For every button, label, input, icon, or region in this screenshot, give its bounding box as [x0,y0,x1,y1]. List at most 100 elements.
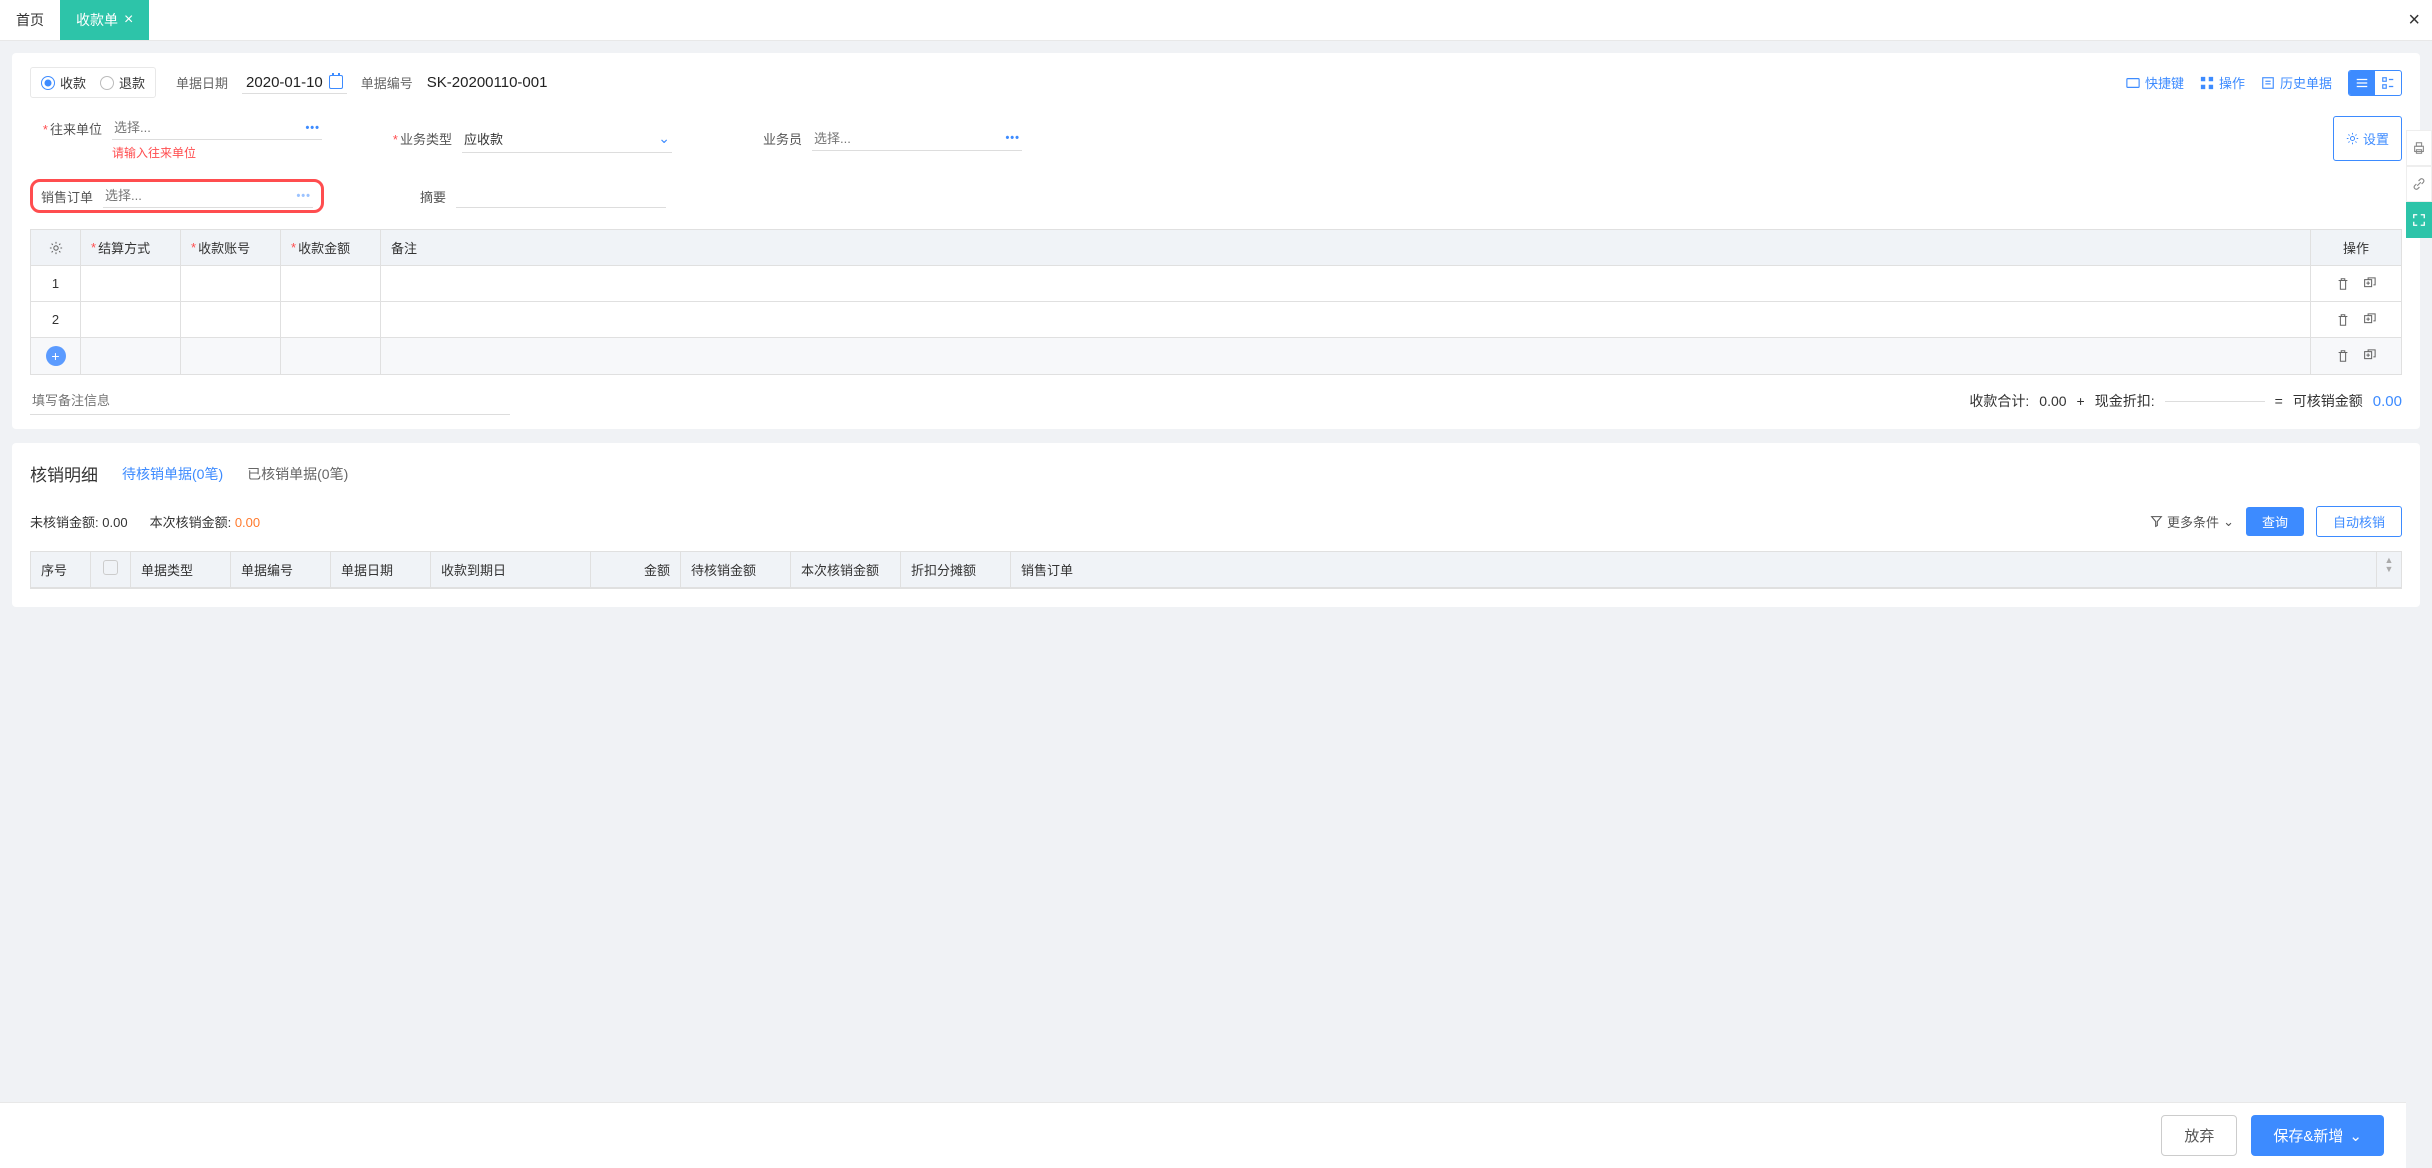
cell-settle[interactable] [81,302,181,337]
side-link-button[interactable] [2406,166,2432,202]
operation-link[interactable]: 操作 [2200,73,2245,92]
date-label: 单据日期 [176,73,228,92]
biztype-label: *业务类型 [380,129,452,148]
setting-button[interactable]: 设置 [2333,116,2402,161]
summary-field[interactable] [458,188,664,203]
col-this: 本次核销金额 [791,552,901,587]
partner-error: 请输入往来单位 [112,144,330,161]
sort-down-icon[interactable]: ▼ [2385,565,2394,574]
salesman-label: 业务员 [730,129,802,148]
cell-account[interactable] [181,266,281,301]
link-icon [2412,177,2426,191]
lookup-icon[interactable]: ••• [305,122,320,134]
lookup-icon[interactable]: ••• [296,190,311,202]
copy-icon[interactable] [2362,313,2376,327]
number-value: SK-20200110-001 [427,74,548,91]
checkbox-icon[interactable] [103,560,118,575]
writeoff-value: 0.00 [2373,393,2402,410]
table-row: 2 [31,302,2401,338]
footer-bar: 放弃 保存&新增 ⌄ [0,1102,2406,1168]
query-button[interactable]: 查询 [2246,507,2304,536]
expand-icon [2412,213,2426,227]
salesman-field[interactable] [814,131,1005,146]
discount-label: 现金折扣: [2095,391,2155,411]
cell-amount[interactable] [281,302,381,337]
plus-sign: + [2077,393,2085,409]
calendar-icon[interactable] [329,75,343,89]
radio-refund[interactable]: 退款 [100,73,145,92]
salesorder-input[interactable]: ••• [103,184,313,208]
cell-account[interactable] [181,302,281,337]
shortcut-link[interactable]: 快捷键 [2126,73,2184,92]
trash-icon[interactable] [2336,313,2350,327]
auto-writeoff-button[interactable]: 自动核销 [2316,506,2402,537]
col-sort[interactable]: ▲ ▼ [2377,552,2401,587]
footer-cell [281,338,381,374]
row-index: 1 [31,266,81,301]
view-card-button[interactable] [2375,71,2401,95]
footer-cell [181,338,281,374]
funnel-icon [2150,515,2163,528]
partner-field[interactable] [114,120,305,135]
trash-icon[interactable] [2336,349,2350,363]
add-row-button[interactable]: + [46,346,66,366]
radio-receive-label: 收款 [60,73,86,92]
table-row: 1 [31,266,2401,302]
col-discount: 折扣分摊额 [901,552,1011,587]
remarks-input[interactable] [30,387,510,415]
partner-input[interactable]: ••• [112,116,322,140]
summary-input[interactable] [456,184,666,208]
side-print-button[interactable] [2406,130,2432,166]
cell-remark[interactable] [381,302,2311,337]
cell-remark[interactable] [381,266,2311,301]
cell-amount[interactable] [281,266,381,301]
biztype-select[interactable]: 应收款 ⌄ [462,125,672,153]
partner-label: *往来单位 [30,119,102,138]
col-ops: 操作 [2311,230,2401,265]
salesman-input[interactable]: ••• [812,127,1022,151]
salesorder-field[interactable] [105,188,296,203]
grid-settings[interactable] [31,230,81,265]
history-link[interactable]: 历史单据 [2261,73,2332,92]
trash-icon[interactable] [2336,277,2350,291]
footer-cell [81,338,181,374]
close-panel-icon[interactable]: × [2408,9,2420,32]
col-idx: 序号 [31,552,91,587]
cell-settle[interactable] [81,266,181,301]
unwrite-info: 未核销金额: 0.00 [30,512,128,531]
tab-receipt[interactable]: 收款单 × [60,0,149,40]
side-toolbar [2406,130,2432,238]
view-list-button[interactable] [2349,71,2375,95]
tab-done[interactable]: 已核销单据(0笔) [247,464,348,484]
tab-home[interactable]: 首页 [0,0,60,40]
bars-icon [2355,76,2369,90]
discount-input[interactable] [2165,401,2265,402]
more-conditions[interactable]: 更多条件 ⌄ [2150,512,2234,531]
setting-label: 设置 [2363,129,2389,148]
radio-receive[interactable]: 收款 [41,73,86,92]
col-account: *收款账号 [181,230,281,265]
col-type: 单据类型 [131,552,231,587]
copy-icon[interactable] [2362,349,2376,363]
col-checkbox[interactable] [91,552,131,587]
save-button[interactable]: 保存&新增 ⌄ [2251,1115,2384,1156]
date-input[interactable]: 2020-01-10 [242,72,347,94]
copy-icon[interactable] [2362,277,2376,291]
grid-icon [2200,76,2214,90]
chevron-down-icon: ⌄ [658,130,670,147]
summary-label: 摘要 [374,187,446,206]
save-label: 保存&新增 [2273,1125,2343,1146]
lookup-icon[interactable]: ••• [1005,132,1020,144]
date-value: 2020-01-10 [246,74,323,91]
close-icon[interactable]: × [124,12,133,28]
radio-refund-label: 退款 [119,73,145,92]
cancel-button[interactable]: 放弃 [2161,1115,2237,1156]
side-expand-button[interactable] [2406,202,2432,238]
col-settle: *结算方式 [81,230,181,265]
salesorder-label: 销售订单 [41,187,93,206]
tab-pending[interactable]: 待核销单据(0笔) [122,464,223,484]
gear-icon [2346,132,2359,145]
history-label: 历史单据 [2280,73,2332,92]
view-toggle [2348,70,2402,96]
radio-icon [100,76,114,90]
